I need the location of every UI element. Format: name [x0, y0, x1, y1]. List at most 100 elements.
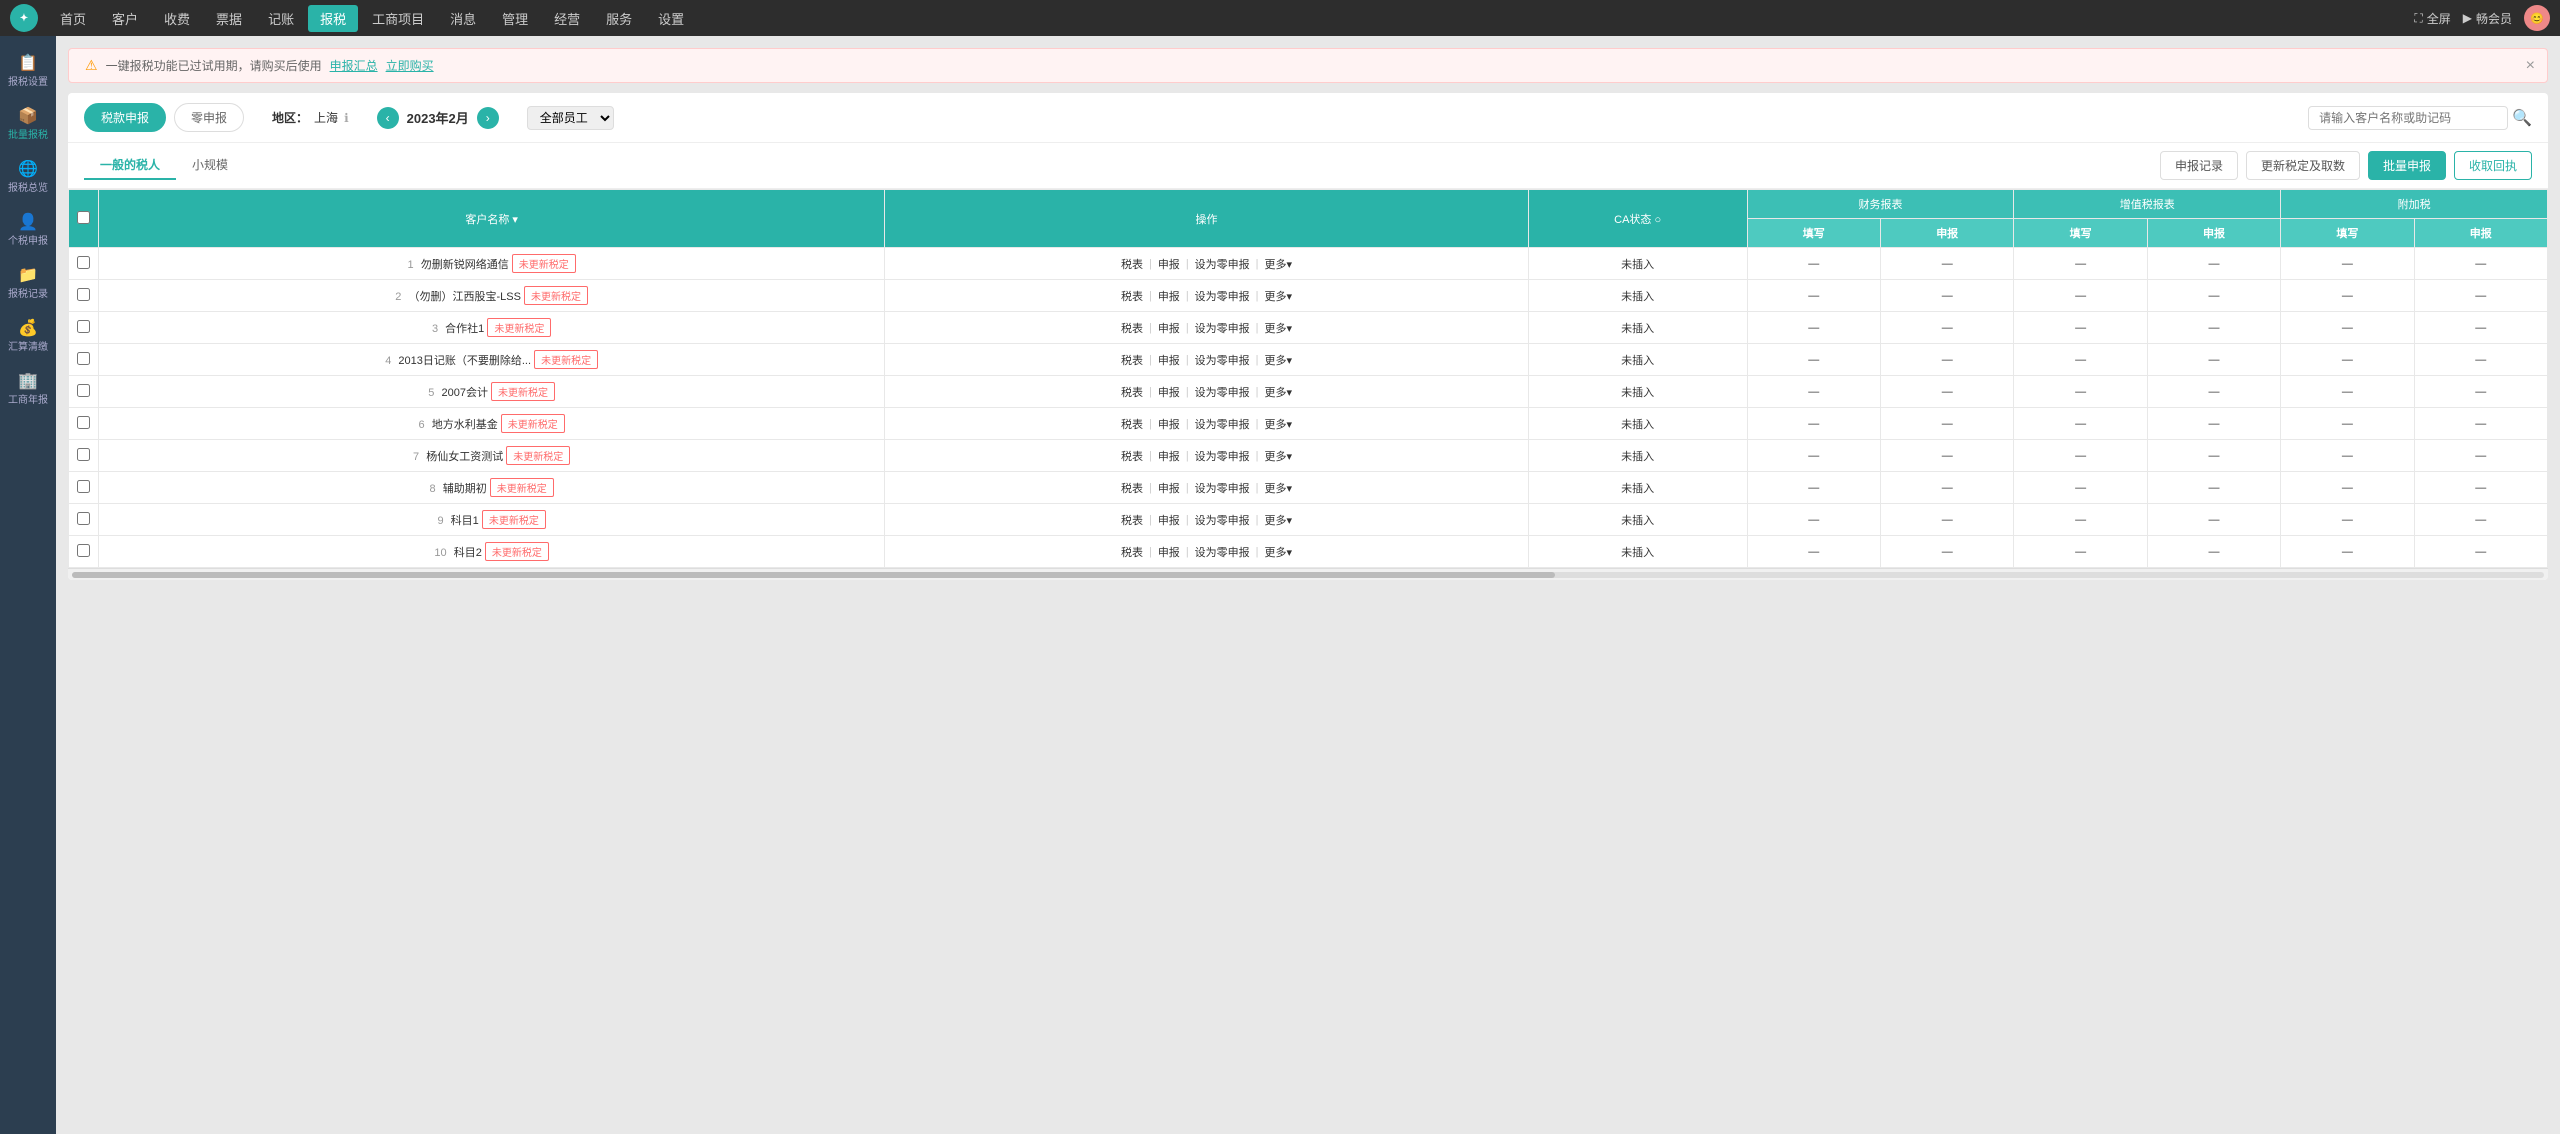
checkbox-1[interactable] [77, 256, 90, 269]
row-checkbox-7[interactable] [69, 440, 99, 472]
row-checkbox-6[interactable] [69, 408, 99, 440]
checkbox-6[interactable] [77, 416, 90, 429]
row-checkbox-9[interactable] [69, 504, 99, 536]
action-more-10[interactable]: 更多▾ [1265, 544, 1293, 560]
collect-receipt-button[interactable]: 收取回执 [2454, 151, 2532, 180]
tab-zero[interactable]: 零申报 [174, 103, 244, 132]
action-tax-form-5[interactable]: 税表 [1121, 384, 1143, 400]
action-declare-2[interactable]: 申报 [1158, 288, 1180, 304]
action-tax-form-8[interactable]: 税表 [1121, 480, 1143, 496]
action-set-zero-3[interactable]: 设为零申报 [1195, 320, 1250, 336]
banner-link-summary[interactable]: 申报汇总 [330, 57, 378, 74]
action-more-1[interactable]: 更多▾ [1265, 256, 1293, 272]
action-more-4[interactable]: 更多▾ [1265, 352, 1293, 368]
nav-item-工商项目[interactable]: 工商项目 [360, 5, 436, 32]
action-more-7[interactable]: 更多▾ [1265, 448, 1293, 464]
nav-item-客户[interactable]: 客户 [100, 5, 150, 32]
nav-item-消息[interactable]: 消息 [438, 5, 488, 32]
checkbox-8[interactable] [77, 480, 90, 493]
sidebar-item-工商年报[interactable]: 🏢 工商年报 [0, 362, 56, 415]
row-checkbox-1[interactable] [69, 248, 99, 280]
app-logo[interactable]: ✦ [10, 4, 38, 32]
bottom-scrollbar[interactable] [68, 568, 2548, 580]
action-set-zero-6[interactable]: 设为零申报 [1195, 416, 1250, 432]
nav-item-设置[interactable]: 设置 [646, 5, 696, 32]
nav-item-首页[interactable]: 首页 [48, 5, 98, 32]
action-set-zero-10[interactable]: 设为零申报 [1195, 544, 1250, 560]
action-set-zero-5[interactable]: 设为零申报 [1195, 384, 1250, 400]
checkbox-2[interactable] [77, 288, 90, 301]
period-prev[interactable]: ‹ [377, 107, 399, 129]
banner-link-buy[interactable]: 立即购买 [386, 57, 434, 74]
sidebar-item-报税设置[interactable]: 📋 报税设置 [0, 44, 56, 97]
action-declare-8[interactable]: 申报 [1158, 480, 1180, 496]
action-declare-10[interactable]: 申报 [1158, 544, 1180, 560]
action-more-6[interactable]: 更多▾ [1265, 416, 1293, 432]
action-more-5[interactable]: 更多▾ [1265, 384, 1293, 400]
search-input[interactable] [2308, 106, 2508, 130]
checkbox-9[interactable] [77, 512, 90, 525]
checkbox-4[interactable] [77, 352, 90, 365]
action-tax-form-4[interactable]: 税表 [1121, 352, 1143, 368]
nav-item-经营[interactable]: 经营 [542, 5, 592, 32]
checkbox-5[interactable] [77, 384, 90, 397]
sidebar-item-批量报税[interactable]: 📦 批量报税 [0, 97, 56, 150]
nav-item-报税[interactable]: 报税 [308, 5, 358, 32]
sidebar-item-汇算清缴[interactable]: 💰 汇算清缴 [0, 309, 56, 362]
action-declare-3[interactable]: 申报 [1158, 320, 1180, 336]
tab-general-taxpayer[interactable]: 一般的税人 [84, 151, 176, 180]
sidebar-item-报税记录[interactable]: 📁 报税记录 [0, 256, 56, 309]
action-more-9[interactable]: 更多▾ [1265, 512, 1293, 528]
row-checkbox-10[interactable] [69, 536, 99, 568]
action-tax-form-7[interactable]: 税表 [1121, 448, 1143, 464]
sidebar-item-个税申报[interactable]: 👤 个税申报 [0, 203, 56, 256]
nav-item-管理[interactable]: 管理 [490, 5, 540, 32]
nav-item-收费[interactable]: 收费 [152, 5, 202, 32]
batch-declare-button[interactable]: 批量申报 [2368, 151, 2446, 180]
row-checkbox-5[interactable] [69, 376, 99, 408]
row-checkbox-3[interactable] [69, 312, 99, 344]
action-set-zero-1[interactable]: 设为零申报 [1195, 256, 1250, 272]
action-declare-1[interactable]: 申报 [1158, 256, 1180, 272]
checkbox-10[interactable] [77, 544, 90, 557]
action-declare-7[interactable]: 申报 [1158, 448, 1180, 464]
fullscreen-button[interactable]: ⛶ 全屏 [2414, 10, 2450, 27]
action-tax-form-9[interactable]: 税表 [1121, 512, 1143, 528]
select-all-checkbox[interactable] [77, 211, 90, 224]
action-more-2[interactable]: 更多▾ [1265, 288, 1293, 304]
action-tax-form-2[interactable]: 税表 [1121, 288, 1143, 304]
action-declare-9[interactable]: 申报 [1158, 512, 1180, 528]
action-set-zero-2[interactable]: 设为零申报 [1195, 288, 1250, 304]
sidebar-item-报税总览[interactable]: 🌐 报税总览 [0, 150, 56, 203]
action-more-8[interactable]: 更多▾ [1265, 480, 1293, 496]
action-set-zero-8[interactable]: 设为零申报 [1195, 480, 1250, 496]
update-tax-button[interactable]: 更新税定及取数 [2246, 151, 2360, 180]
action-declare-6[interactable]: 申报 [1158, 416, 1180, 432]
action-tax-form-6[interactable]: 税表 [1121, 416, 1143, 432]
row-checkbox-2[interactable] [69, 280, 99, 312]
sort-icon[interactable]: ▾ [512, 214, 518, 226]
banner-close[interactable]: × [2526, 57, 2535, 75]
period-next[interactable]: › [477, 107, 499, 129]
avatar[interactable]: 😊 [2524, 5, 2550, 31]
action-tax-form-10[interactable]: 税表 [1121, 544, 1143, 560]
action-declare-5[interactable]: 申报 [1158, 384, 1180, 400]
action-set-zero-9[interactable]: 设为零申报 [1195, 512, 1250, 528]
action-set-zero-7[interactable]: 设为零申报 [1195, 448, 1250, 464]
action-set-zero-4[interactable]: 设为零申报 [1195, 352, 1250, 368]
nav-item-票据[interactable]: 票据 [204, 5, 254, 32]
tab-small-scale[interactable]: 小规模 [176, 151, 244, 180]
declare-record-button[interactable]: 申报记录 [2160, 151, 2238, 180]
info-icon[interactable]: ℹ [344, 111, 349, 125]
tab-declare[interactable]: 税款申报 [84, 103, 166, 132]
action-declare-4[interactable]: 申报 [1158, 352, 1180, 368]
nav-item-服务[interactable]: 服务 [594, 5, 644, 32]
action-tax-form-3[interactable]: 税表 [1121, 320, 1143, 336]
checkbox-7[interactable] [77, 448, 90, 461]
staff-select[interactable]: 全部员工 [527, 106, 614, 130]
row-checkbox-8[interactable] [69, 472, 99, 504]
search-button[interactable]: 🔍 [2512, 108, 2532, 128]
upgrade-button[interactable]: ▶ 畅会员 [2463, 10, 2512, 27]
nav-item-记账[interactable]: 记账 [256, 5, 306, 32]
action-tax-form-1[interactable]: 税表 [1121, 256, 1143, 272]
